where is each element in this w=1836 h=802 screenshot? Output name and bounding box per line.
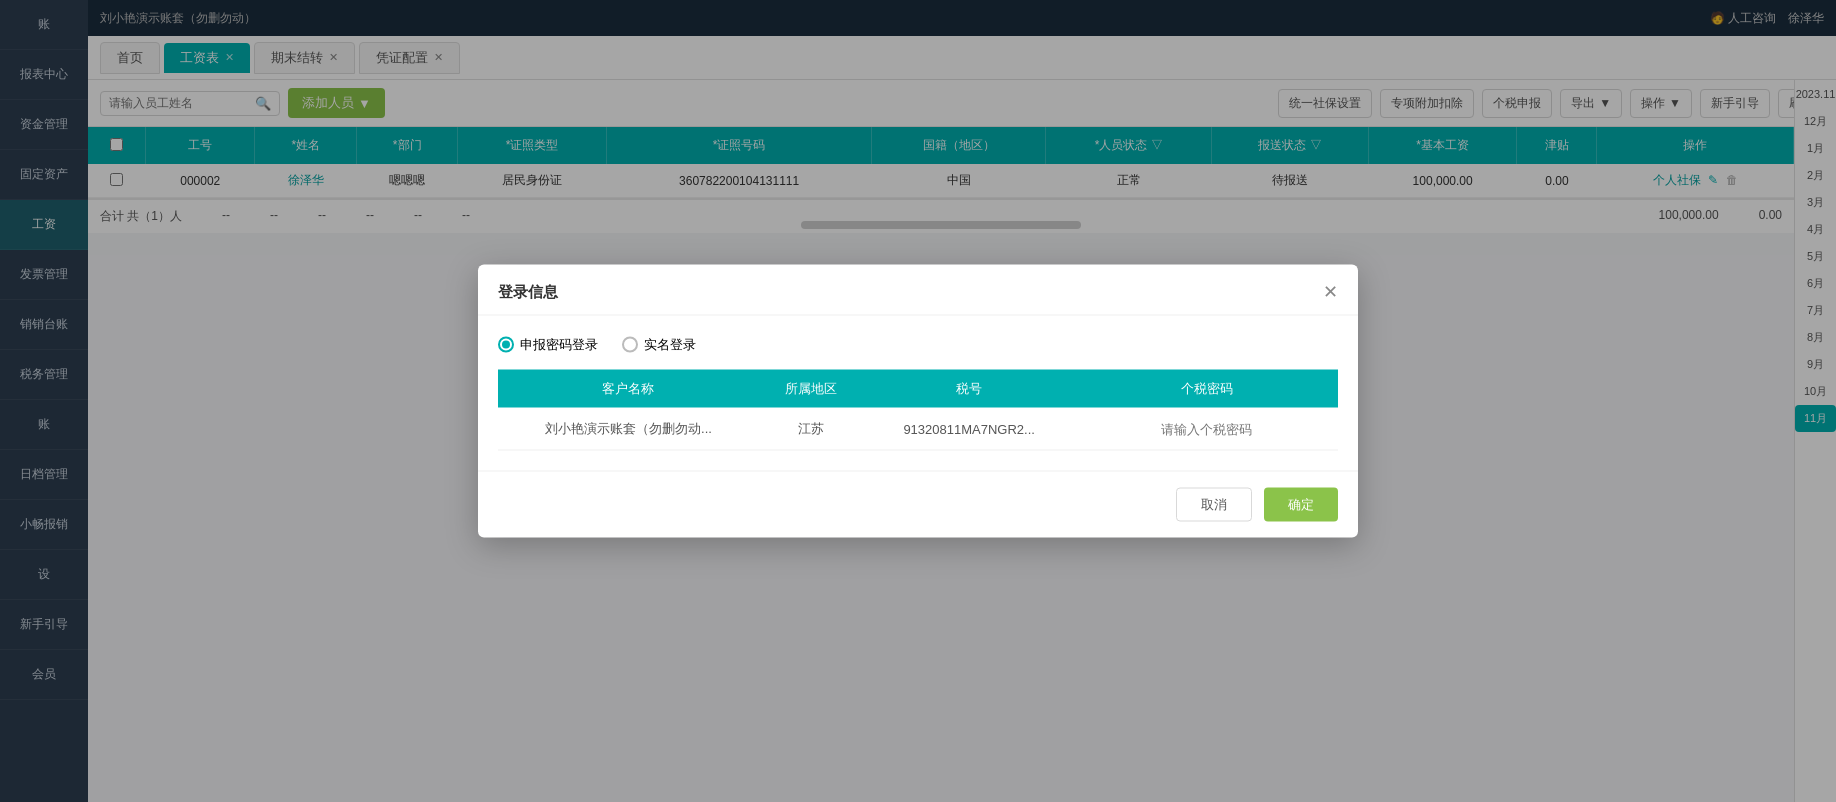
modal-header: 登录信息 ✕: [478, 265, 1358, 316]
modal-cell-client-name: 刘小艳演示账套（勿删勿动...: [498, 408, 759, 451]
modal-col-name: 客户名称: [498, 370, 759, 408]
modal-col-region: 所属地区: [759, 370, 863, 408]
modal-footer: 取消 确定: [478, 471, 1358, 538]
modal-client-table: 客户名称 所属地区 税号 个税密码 刘小艳演示账套（勿删勿动... 江苏 913…: [498, 370, 1338, 451]
radio-realname-login[interactable]: 实名登录: [622, 336, 696, 354]
modal-cell-tax-password[interactable]: [1075, 408, 1338, 451]
modal-close-button[interactable]: ✕: [1323, 281, 1338, 303]
modal-col-tax-password: 个税密码: [1075, 370, 1338, 408]
login-info-modal: 登录信息 ✕ 申报密码登录 实名登录 客户名称 所属地区 税号 个税密码: [478, 265, 1358, 538]
modal-table-row: 刘小艳演示账套（勿删勿动... 江苏 91320811MA7NGR2...: [498, 408, 1338, 451]
modal-body: 申报密码登录 实名登录 客户名称 所属地区 税号 个税密码 刘小艳演示账套（勿删…: [478, 316, 1358, 471]
radio-password-login[interactable]: 申报密码登录: [498, 336, 598, 354]
modal-title: 登录信息: [498, 282, 558, 301]
radio-dot-password: [498, 337, 514, 353]
modal-confirm-button[interactable]: 确定: [1264, 488, 1338, 522]
modal-cell-region: 江苏: [759, 408, 863, 451]
tax-password-input[interactable]: [1087, 421, 1326, 436]
radio-group: 申报密码登录 实名登录: [498, 336, 1338, 354]
modal-col-tax-number: 税号: [863, 370, 1076, 408]
modal-cell-tax-number: 91320811MA7NGR2...: [863, 408, 1076, 451]
radio-dot-realname: [622, 337, 638, 353]
modal-cancel-button[interactable]: 取消: [1176, 488, 1252, 522]
